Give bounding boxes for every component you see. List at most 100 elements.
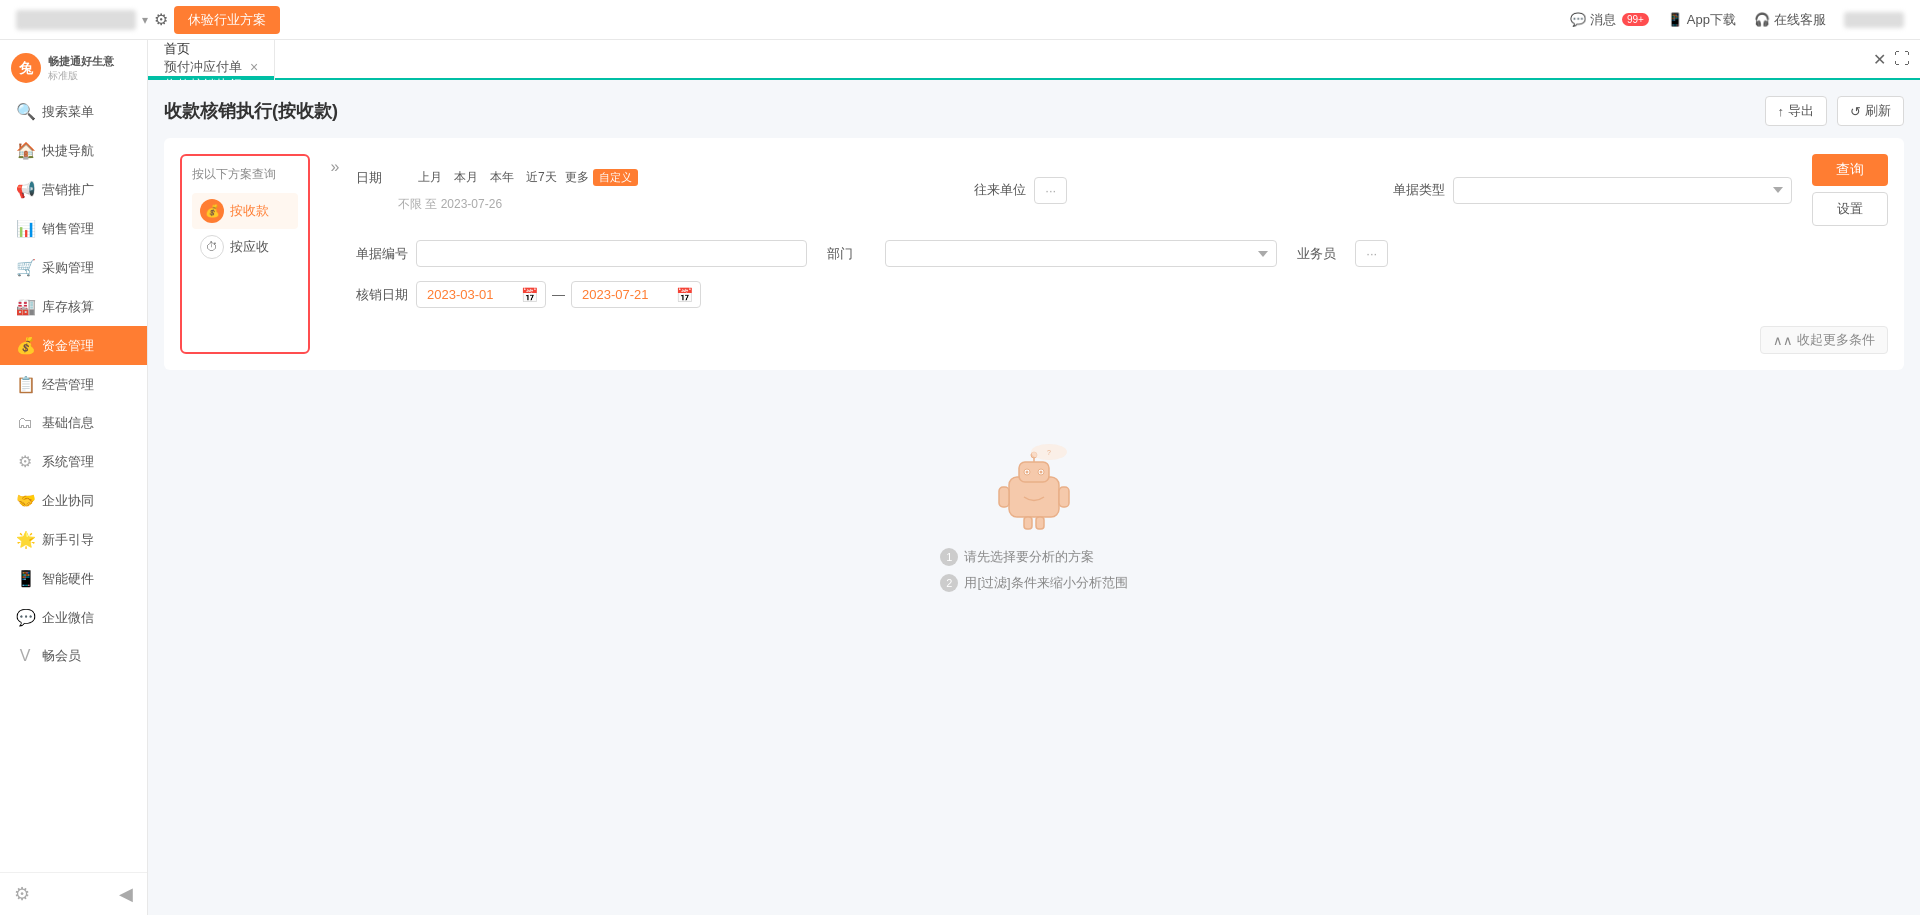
writeoff-date-label: 核销日期 — [356, 286, 408, 304]
svg-text:兔: 兔 — [18, 60, 34, 76]
enterprise-icon: 🤝 — [16, 491, 34, 510]
sidebar-item-label: 新手引导 — [42, 531, 94, 549]
sidebar-item-label: 搜索菜单 — [42, 103, 94, 121]
sidebar-item-label: 系统管理 — [42, 453, 94, 471]
empty-tip-1: 1 请先选择要分析的方案 — [940, 544, 1127, 570]
sidebar-item-finance[interactable]: 💰 资金管理 — [0, 326, 147, 365]
writeoff-date-start-input[interactable] — [416, 281, 546, 308]
date-hint: 不限 至 2023-07-26 — [398, 197, 502, 211]
sidebar-item-marketing[interactable]: 📢 营销推广 — [0, 170, 147, 209]
online-service-button[interactable]: 🎧 在线客服 — [1754, 11, 1826, 29]
brand-logo-icon: 兔 — [10, 52, 42, 84]
marketing-icon: 📢 — [16, 180, 34, 199]
date-this-month[interactable]: 本月 — [450, 167, 482, 188]
collapse-more-button[interactable]: ∧∧ 收起更多条件 — [1760, 326, 1888, 354]
sidebar-item-label: 采购管理 — [42, 259, 94, 277]
filter-option-by-receivable[interactable]: ⏱ 按应收 — [192, 229, 298, 265]
salesperson-label: 业务员 — [1297, 245, 1347, 263]
sidebar-item-quick-nav[interactable]: 🏠 快捷导航 — [0, 131, 147, 170]
page-header-actions: ↑ 导出 ↺ 刷新 — [1765, 96, 1905, 126]
tab-prepay[interactable]: 预付冲应付单× — [148, 58, 275, 76]
svg-text:?: ? — [1047, 449, 1051, 456]
collapse-sidebar-icon[interactable]: ◀ — [119, 883, 133, 905]
refresh-button[interactable]: ↺ 刷新 — [1837, 96, 1904, 126]
sidebar-item-basic[interactable]: 🗂 基础信息 — [0, 404, 147, 442]
filter-sidebar-title: 按以下方案查询 — [192, 166, 298, 183]
purchase-icon: 🛒 — [16, 258, 34, 277]
filter-option-by-receipt[interactable]: 💰 按收款 — [192, 193, 298, 229]
chevron-down-icon[interactable]: ▾ — [142, 13, 148, 27]
app-download-button[interactable]: 📱 App下载 — [1667, 11, 1736, 29]
sidebar-item-hardware[interactable]: 📱 智能硬件 — [0, 559, 147, 598]
brand-name: 畅捷通好生意 标准版 — [48, 54, 114, 83]
empty-tips: 1 请先选择要分析的方案 2 用[过滤]条件来缩小分析范围 — [940, 544, 1127, 596]
query-button[interactable]: 查询 — [1812, 154, 1888, 186]
search-icon: 🔍 — [16, 102, 34, 121]
sidebar-item-label: 销售管理 — [42, 220, 94, 238]
sidebar-item-label: 企业微信 — [42, 609, 94, 627]
date-last-7days[interactable]: 近7天 — [522, 167, 561, 188]
sidebar-item-label: 库存核算 — [42, 298, 94, 316]
date-this-year[interactable]: 本年 — [486, 167, 518, 188]
collapse-up-icon: ∧∧ — [1773, 333, 1793, 348]
content-area: 首页预付冲应付单×收款核销执行× ✕ ⛶ 收款核销执行(按收款) ↑ 导出 ↺ — [148, 40, 1920, 915]
settings-button[interactable]: 设置 — [1812, 192, 1888, 226]
sidebar-item-member[interactable]: V 畅会员 — [0, 637, 147, 675]
user-avatar-blurred — [1844, 12, 1904, 28]
industry-solution-button[interactable]: 休验行业方案 — [174, 6, 280, 34]
sidebar-item-sales[interactable]: 📊 销售管理 — [0, 209, 147, 248]
export-button[interactable]: ↑ 导出 — [1765, 96, 1828, 126]
salesperson-dots-btn[interactable]: ··· — [1355, 240, 1388, 267]
sales-icon: 📊 — [16, 219, 34, 238]
basic-icon: 🗂 — [16, 414, 34, 432]
close-tab-icon[interactable]: ✕ — [1873, 50, 1886, 69]
sidebar-item-inventory[interactable]: 🏭 库存核算 — [0, 287, 147, 326]
sidebar-item-search[interactable]: 🔍 搜索菜单 — [0, 92, 147, 131]
date-custom-tag[interactable]: 自定义 — [593, 169, 638, 186]
dept-select[interactable] — [885, 240, 1278, 267]
counterpart-dots-btn[interactable]: ··· — [1034, 177, 1067, 204]
sidebar-item-label: 营销推广 — [42, 181, 94, 199]
settings-icon[interactable]: ⚙ — [14, 883, 30, 905]
empty-tip-2: 2 用[过滤]条件来缩小分析范围 — [940, 570, 1127, 596]
svg-rect-12 — [999, 487, 1009, 507]
member-icon: V — [16, 647, 34, 665]
query-btn-area: 查询 设置 — [1812, 154, 1888, 226]
sidebar-item-guide[interactable]: 🌟 新手引导 — [0, 520, 147, 559]
writeoff-date-end-input[interactable] — [571, 281, 701, 308]
date-filter-group: 日期 上月 本月 本年 近7天 更多 自定义 — [356, 167, 954, 213]
date-last-month[interactable]: 上月 — [414, 167, 446, 188]
filter-row-3: 核销日期 📅 — 📅 — [356, 281, 1888, 308]
sidebar-item-wechat[interactable]: 💬 企业微信 — [0, 598, 147, 637]
system-icon: ⚙ — [16, 452, 34, 471]
sidebar-item-purchase[interactable]: 🛒 采购管理 — [0, 248, 147, 287]
empty-state: ? 1 请先选择要分析的方案 2 用[过滤]条件来缩小分析范围 — [164, 382, 1904, 636]
sidebar-item-label: 快捷导航 — [42, 142, 94, 160]
message-badge: 99+ — [1622, 13, 1649, 26]
tabs-container: 首页预付冲应付单×收款核销执行× — [148, 40, 275, 78]
service-icon: 🎧 — [1754, 12, 1770, 27]
doc-no-input[interactable] — [416, 240, 807, 267]
filter-option-label-by-receivable: 按应收 — [230, 238, 269, 256]
tab-close-prepay[interactable]: × — [250, 59, 258, 75]
tip-num-1: 1 — [940, 548, 958, 566]
date-more[interactable]: 更多 — [565, 169, 589, 186]
sidebar-item-label: 基础信息 — [42, 414, 94, 432]
sidebar-nav: 🔍 搜索菜单 🏠 快捷导航 📢 营销推广 📊 销售管理 🛒 采购管理 🏭 库存核… — [0, 92, 147, 675]
sidebar-item-operations[interactable]: 📋 经营管理 — [0, 365, 147, 404]
date-label: 日期 — [356, 169, 406, 187]
by-receipt-icon: 💰 — [200, 199, 224, 223]
collapse-filter-btn[interactable]: » — [326, 158, 344, 176]
expand-icon[interactable]: ⛶ — [1894, 50, 1910, 68]
message-button[interactable]: 💬 消息 99+ — [1570, 11, 1649, 29]
doc-type-select[interactable] — [1453, 177, 1792, 204]
sidebar-item-label: 经营管理 — [42, 376, 94, 394]
tab-home[interactable]: 首页 — [148, 40, 275, 58]
sidebar-item-enterprise[interactable]: 🤝 企业协同 — [0, 481, 147, 520]
sidebar-item-label: 智能硬件 — [42, 570, 94, 588]
wechat-icon: 💬 — [16, 608, 34, 627]
gear-icon[interactable]: ⚙ — [154, 10, 168, 29]
sidebar-logo: 兔 畅捷通好生意 标准版 — [0, 40, 147, 92]
page-header: 收款核销执行(按收款) ↑ 导出 ↺ 刷新 — [164, 96, 1904, 126]
sidebar-item-system[interactable]: ⚙ 系统管理 — [0, 442, 147, 481]
